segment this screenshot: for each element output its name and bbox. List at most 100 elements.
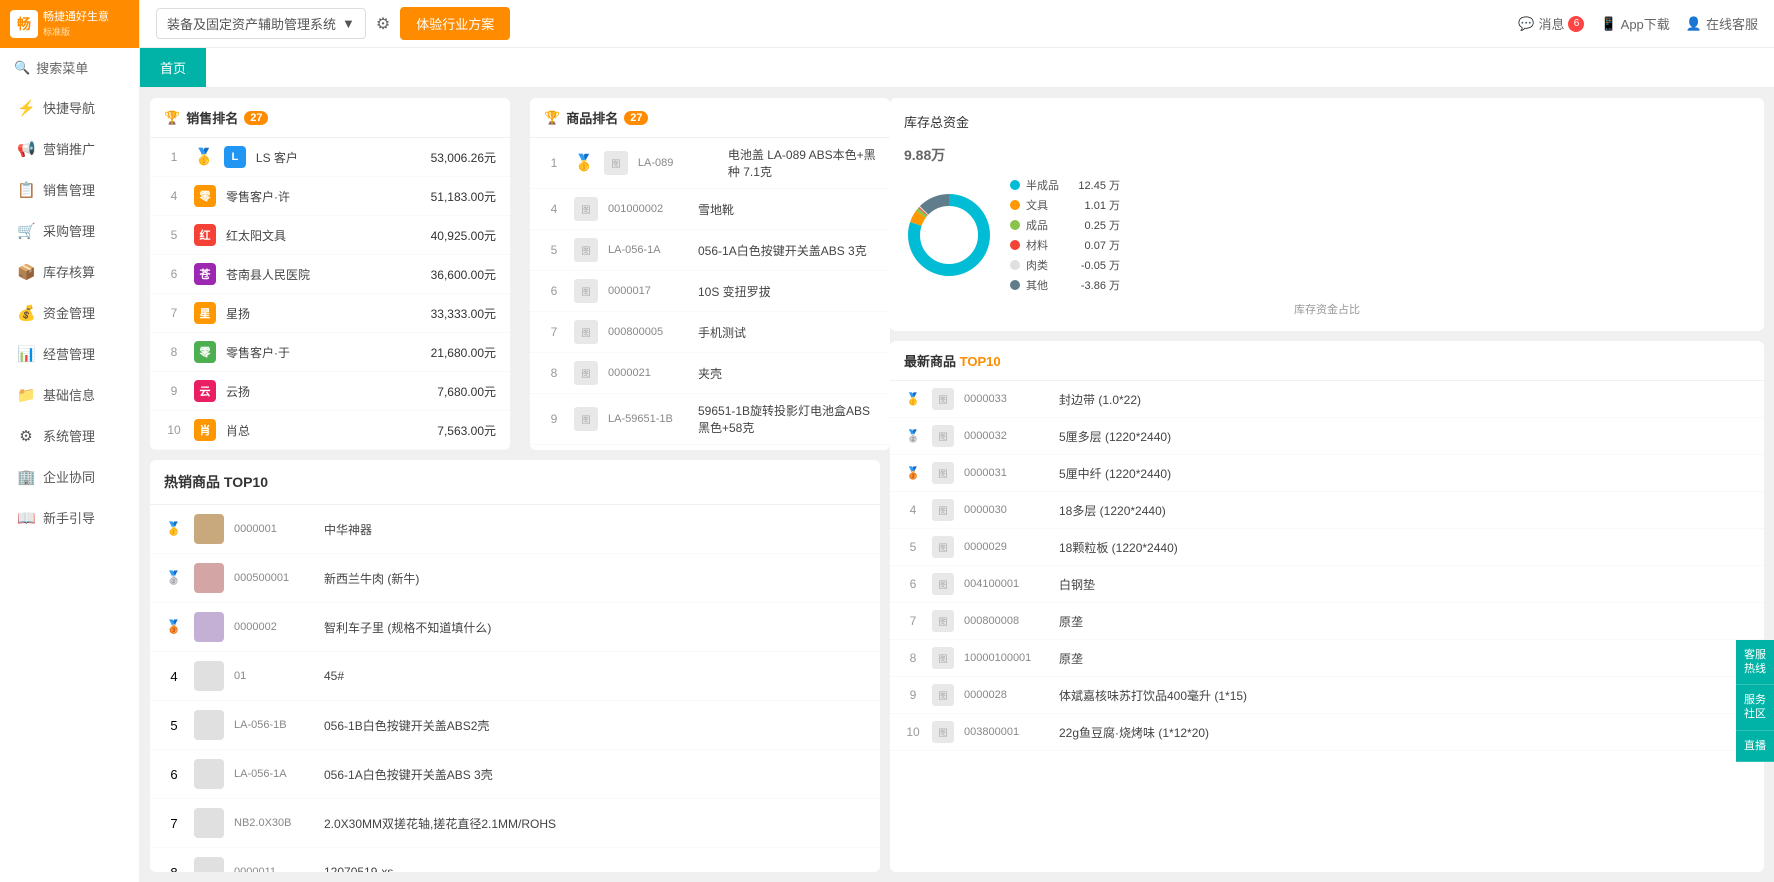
service-button[interactable]: 👤 在线客服 xyxy=(1686,14,1758,33)
trial-button[interactable]: 体验行业方案 xyxy=(400,7,510,40)
rank-icon: 肖 xyxy=(194,419,216,441)
header-right: 💬 消息 6 📱 App下载 👤 在线客服 xyxy=(1518,14,1758,33)
hot-item[interactable]: 5 LA-056-1B 056-1B白色按键开关盖ABS2壳 xyxy=(150,701,880,750)
rank-item[interactable]: 5 红 红太阳文具 40,925.00元 xyxy=(150,216,510,255)
latest-item[interactable]: 🥉 图 0000031 5厘中纤 (1220*2440) xyxy=(890,455,1764,492)
hot-item[interactable]: 6 LA-056-1A 056-1A白色按键开关盖ABS 3壳 xyxy=(150,750,880,799)
rank-name: 肖总 xyxy=(226,422,427,439)
legend-value: 0.07 万 xyxy=(1065,237,1120,253)
system-icon: ⚙ xyxy=(17,427,35,445)
hot-item[interactable]: 🥈 000500001 新西兰牛肉 (新牛) xyxy=(150,554,880,603)
sidebar: 畅 畅捷通好生意 标准版 🔍 搜索菜单 ⚡ 快捷导航 📢 营销推广 📋 销售管理… xyxy=(0,0,140,882)
system-selector[interactable]: 装备及固定资产辅助管理系统 ▼ xyxy=(156,8,366,39)
tab-home[interactable]: 首页 xyxy=(140,48,206,87)
latest-item[interactable]: 7 图 000800008 原垄 xyxy=(890,603,1764,640)
rank-amount: 40,925.00元 xyxy=(431,227,496,244)
rank-name: 苍南县人民医院 xyxy=(226,266,421,283)
hot-code: 0000001 xyxy=(234,523,314,535)
guide-icon: 📖 xyxy=(17,509,35,527)
hot-item[interactable]: 🥇 0000001 中华神器 xyxy=(150,505,880,554)
hot-item[interactable]: 4 01 45# xyxy=(150,652,880,701)
hot-code: LA-056-1A xyxy=(234,768,314,780)
product-name: 59651-1B旋转投影灯电池盒ABS黑色+58克 xyxy=(698,402,876,436)
hot-img xyxy=(194,612,224,642)
hot-img xyxy=(194,661,224,691)
message-button[interactable]: 💬 消息 6 xyxy=(1518,14,1584,33)
latest-rank: 7 xyxy=(904,614,922,628)
rank-item[interactable]: 10 肖 肖总 7,563.00元 xyxy=(150,411,510,450)
latest-item[interactable]: 9 图 0000028 体斌嘉核味苏打饮品400毫升 (1*15) xyxy=(890,677,1764,714)
sidebar-item-operation[interactable]: 📊 经营管理 xyxy=(0,333,139,374)
purchase-label: 采购管理 xyxy=(43,221,95,240)
sidebar-item-marketing[interactable]: 📢 营销推广 xyxy=(0,128,139,169)
hot-item[interactable]: 8 0000011 12070519-xs xyxy=(150,848,880,872)
sidebar-item-quick[interactable]: ⚡ 快捷导航 xyxy=(0,87,139,128)
product-item[interactable]: 6 图 0000017 10S 变扭罗拔 xyxy=(530,271,890,312)
product-item[interactable]: 8 图 0000021 夹壳 xyxy=(530,353,890,394)
hot-code: 0000002 xyxy=(234,621,314,633)
latest-item[interactable]: 4 图 0000030 18多层 (1220*2440) xyxy=(890,492,1764,529)
sidebar-item-purchase[interactable]: 🛒 采购管理 xyxy=(0,210,139,251)
latest-item[interactable]: 🥈 图 0000032 5厘多层 (1220*2440) xyxy=(890,418,1764,455)
sidebar-item-basic[interactable]: 📁 基础信息 xyxy=(0,374,139,415)
hot-item[interactable]: 🥉 0000002 智利车子里 (规格不知道填什么) xyxy=(150,603,880,652)
rank-item[interactable]: 4 零 零售客户·许 51,183.00元 xyxy=(150,177,510,216)
latest-code: 000800008 xyxy=(964,615,1049,627)
latest-code: 0000032 xyxy=(964,430,1049,442)
rank-name: LS 客户 xyxy=(256,149,421,166)
latest-item[interactable]: 8 图 10000100001 原垄 xyxy=(890,640,1764,677)
rank-icon: 苍 xyxy=(194,263,216,285)
latest-name: 18多层 (1220*2440) xyxy=(1059,502,1750,519)
settings-icon[interactable]: ⚙ xyxy=(376,14,390,34)
latest-item[interactable]: 6 图 004100001 白钢垫 xyxy=(890,566,1764,603)
latest-name: 原垄 xyxy=(1059,650,1750,667)
hot-name: 2.0X30MM双搓花轴,搓花直径2.1MM/ROHS xyxy=(324,815,866,832)
latest-item[interactable]: 🥇 图 0000033 封边带 (1.0*22) xyxy=(890,381,1764,418)
hot-img xyxy=(194,808,224,838)
operation-icon: 📊 xyxy=(17,345,35,363)
sidebar-item-corp[interactable]: 🏢 企业协同 xyxy=(0,456,139,497)
quick-label: 快捷导航 xyxy=(43,98,95,117)
float-community-button[interactable]: 服务社区 xyxy=(1736,685,1774,731)
rank-number: 1 xyxy=(544,156,564,170)
product-item[interactable]: 9 图 LA-59651-1B 59651-1B旋转投影灯电池盒ABS黑色+58… xyxy=(530,394,890,445)
product-name: 电池盖 LA-089 ABS本色+黑种 7.1克 xyxy=(728,146,876,180)
page-tab-bar: 首页 xyxy=(140,48,1774,88)
latest-code: 0000029 xyxy=(964,541,1049,553)
finance-icon: 💰 xyxy=(17,304,35,322)
float-live-button[interactable]: 直播 xyxy=(1736,731,1774,762)
product-code: 0000021 xyxy=(608,367,688,379)
float-service-button[interactable]: 客服热线 xyxy=(1736,640,1774,686)
rank-number: 8 xyxy=(544,366,564,380)
product-code: 001000002 xyxy=(608,203,688,215)
rank-item[interactable]: 8 零 零售客户·于 21,680.00元 xyxy=(150,333,510,372)
rank-item[interactable]: 7 星 星扬 33,333.00元 xyxy=(150,294,510,333)
legend-value: 0.25 万 xyxy=(1065,217,1120,233)
latest-item[interactable]: 5 图 0000029 18颗粒板 (1220*2440) xyxy=(890,529,1764,566)
app-download-button[interactable]: 📱 App下载 xyxy=(1600,14,1669,33)
sidebar-item-sales[interactable]: 📋 销售管理 xyxy=(0,169,139,210)
rank-icon: 红 xyxy=(194,224,216,246)
product-item[interactable]: 4 图 001000002 雪地靴 xyxy=(530,189,890,230)
product-item[interactable]: 1 🥇 图 LA-089 电池盖 LA-089 ABS本色+黑种 7.1克 xyxy=(530,138,890,189)
latest-code: 003800001 xyxy=(964,726,1049,738)
rank-item[interactable]: 6 苍 苍南县人民医院 36,600.00元 xyxy=(150,255,510,294)
sidebar-item-inventory[interactable]: 📦 库存核算 xyxy=(0,251,139,292)
basic-icon: 📁 xyxy=(17,386,35,404)
hot-item[interactable]: 7 NB2.0X30B 2.0X30MM双搓花轴,搓花直径2.1MM/ROHS xyxy=(150,799,880,848)
sidebar-item-guide[interactable]: 📖 新手引导 xyxy=(0,497,139,538)
product-item[interactable]: 7 图 000800005 手机测试 xyxy=(530,312,890,353)
rank-item[interactable]: 9 云 云扬 7,680.00元 xyxy=(150,372,510,411)
rank-item[interactable]: 1 🥇 L LS 客户 53,006.26元 xyxy=(150,138,510,177)
hot-rank: 8 xyxy=(164,865,184,873)
product-item[interactable]: 5 图 LA-056-1A 056-1A白色按键开关盖ABS 3克 xyxy=(530,230,890,271)
hot-code: NB2.0X30B xyxy=(234,817,314,829)
latest-name: 白钢垫 xyxy=(1059,576,1750,593)
sidebar-item-system[interactable]: ⚙ 系统管理 xyxy=(0,415,139,456)
search-menu-item[interactable]: 🔍 搜索菜单 xyxy=(0,48,139,87)
content: 🏆 销售排名 27 1 🥇 L LS 客户 53,006.26元 4 零 零售客… xyxy=(140,88,1774,882)
chevron-down-icon: ▼ xyxy=(342,16,355,31)
latest-item[interactable]: 10 图 003800001 22g鱼豆腐·烧烤味 (1*12*20) xyxy=(890,714,1764,751)
sidebar-item-finance[interactable]: 💰 资金管理 xyxy=(0,292,139,333)
hot-img xyxy=(194,710,224,740)
